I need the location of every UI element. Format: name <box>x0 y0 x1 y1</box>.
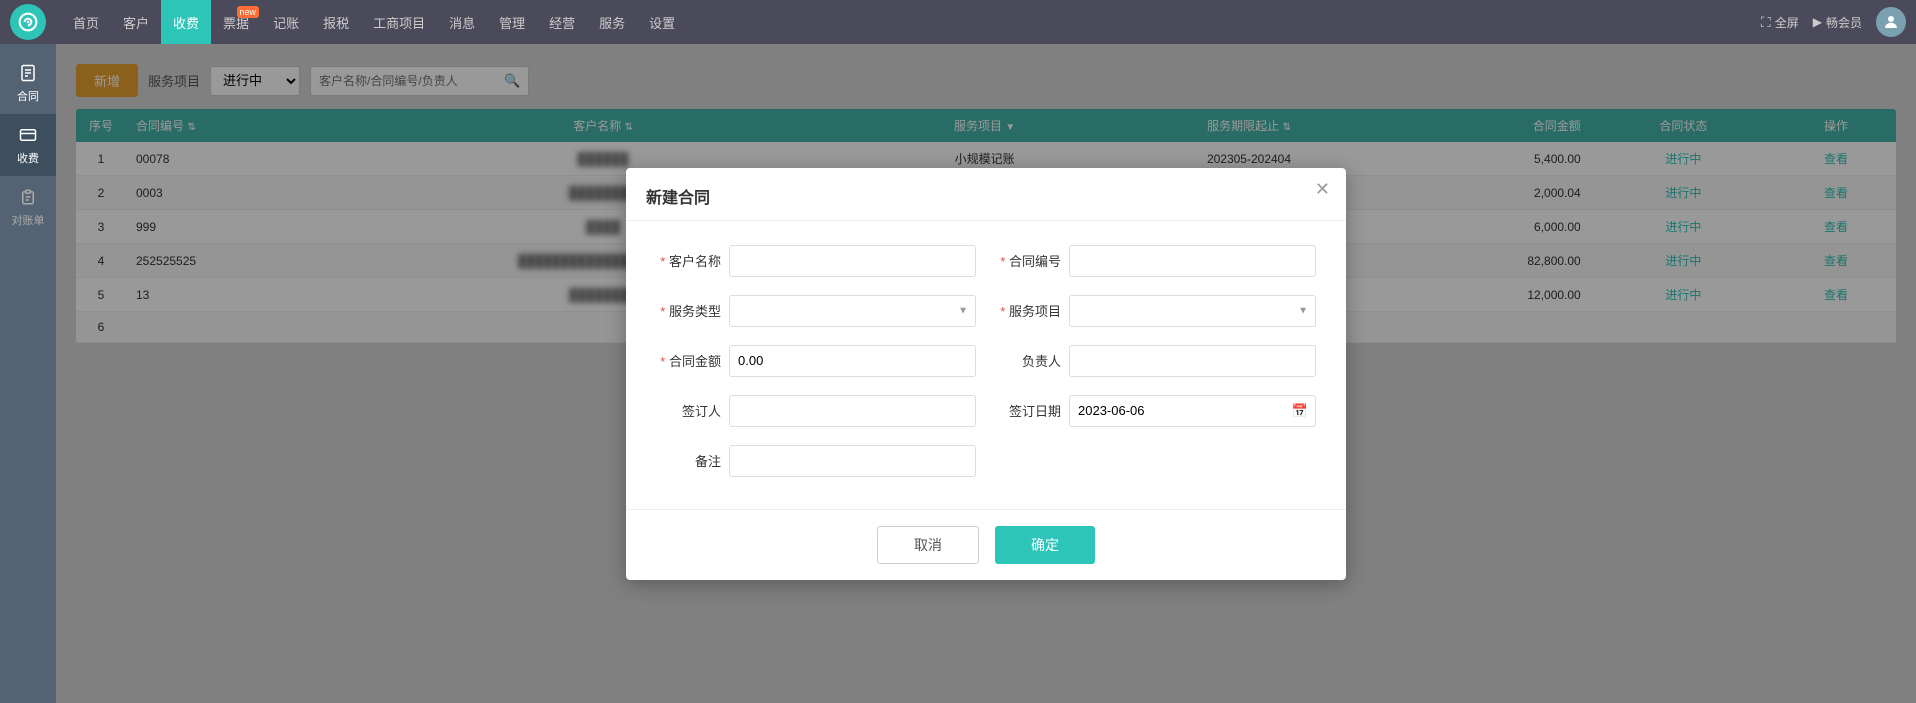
form-row-5: 备注 <box>656 445 1316 477</box>
nav-item-service[interactable]: 服务 <box>587 0 637 44</box>
modal-overlay: 新建合同 ✕ * 客户名称 <box>56 44 1916 703</box>
sidebar-item-fee[interactable]: 收费 <box>0 114 56 176</box>
contract-no-label: * 合同编号 <box>996 251 1061 270</box>
nav-item-ticket[interactable]: 票据 new <box>211 0 261 44</box>
amount-label: * 合同金额 <box>656 351 721 370</box>
note-input[interactable] <box>729 445 976 477</box>
form-row-4: 签订人 签订日期 2023-06-06 📅 <box>656 395 1316 427</box>
new-badge: new <box>237 6 260 18</box>
member-button[interactable]: ▶ 畅会员 <box>1813 14 1862 31</box>
play-icon: ▶ <box>1813 15 1822 29</box>
sidebar-item-contract[interactable]: 合同 <box>0 52 56 114</box>
modal-close-button[interactable]: ✕ <box>1315 180 1330 198</box>
service-type-label: * 服务类型 <box>656 301 721 320</box>
form-group-sign-date: 签订日期 2023-06-06 📅 <box>996 395 1316 427</box>
contract-icon <box>17 62 39 84</box>
calendar-icon[interactable]: 📅 <box>1292 403 1308 419</box>
avatar[interactable] <box>1876 7 1906 37</box>
form-row-3: * 合同金额 0.00 负责人 <box>656 345 1316 377</box>
nav-item-business[interactable]: 工商项目 <box>361 0 437 44</box>
content-area: 新增 服务项目 进行中 已完成 已取消 🔍 序号 合同编号 ⇅ 客户名称 ⇅ <box>56 44 1916 703</box>
nav-item-operation[interactable]: 经营 <box>537 0 587 44</box>
form-group-contract-no: * 合同编号 <box>996 245 1316 277</box>
fee-icon <box>17 124 39 146</box>
responsible-label: 负责人 <box>996 351 1061 370</box>
nav-right: ⛶ 全屏 ▶ 畅会员 <box>1761 7 1906 37</box>
sign-date-input[interactable]: 2023-06-06 <box>1069 395 1316 427</box>
service-type-select[interactable] <box>729 295 976 327</box>
form-row-2: * 服务类型 ▼ * 服务项目 <box>656 295 1316 327</box>
form-group-note: 备注 <box>656 445 976 477</box>
contract-no-input[interactable] <box>1069 245 1316 277</box>
nav-item-settings[interactable]: 设置 <box>637 0 687 44</box>
cancel-button[interactable]: 取消 <box>877 526 979 564</box>
modal-header: 新建合同 ✕ <box>626 168 1346 221</box>
modal-body: * 客户名称 * 合同编号 <box>626 221 1346 509</box>
form-group-service-item: * 服务项目 ▼ <box>996 295 1316 327</box>
nav-item-home[interactable]: 首页 <box>61 0 111 44</box>
logo[interactable] <box>10 4 46 40</box>
signer-input[interactable] <box>729 395 976 427</box>
signer-label: 签订人 <box>656 401 721 420</box>
form-group-customer: * 客户名称 <box>656 245 976 277</box>
statement-icon <box>17 186 39 208</box>
form-row-1: * 客户名称 * 合同编号 <box>656 245 1316 277</box>
form-group-responsible: 负责人 <box>996 345 1316 377</box>
customer-name-input[interactable] <box>729 245 976 277</box>
amount-input[interactable]: 0.00 <box>729 345 976 377</box>
nav-item-fee[interactable]: 收费 <box>161 0 211 44</box>
top-nav: 首页 客户 收费 票据 new 记账 报税 工商项目 消息 管理 经营 服务 设… <box>0 0 1916 44</box>
service-item-select[interactable] <box>1069 295 1316 327</box>
modal-dialog: 新建合同 ✕ * 客户名称 <box>626 168 1346 580</box>
form-group-service-type: * 服务类型 ▼ <box>656 295 976 327</box>
sidebar: 合同 收费 对账单 <box>0 44 56 703</box>
nav-item-message[interactable]: 消息 <box>437 0 487 44</box>
form-group-amount: * 合同金额 0.00 <box>656 345 976 377</box>
responsible-input[interactable] <box>1069 345 1316 377</box>
nav-item-manage[interactable]: 管理 <box>487 0 537 44</box>
nav-item-bookkeeping[interactable]: 记账 <box>261 0 311 44</box>
customer-name-label: * 客户名称 <box>656 251 721 270</box>
confirm-button[interactable]: 确定 <box>995 526 1095 564</box>
fullscreen-button[interactable]: ⛶ 全屏 <box>1761 14 1799 31</box>
form-group-signer: 签订人 <box>656 395 976 427</box>
modal-footer: 取消 确定 <box>626 509 1346 580</box>
sidebar-item-statement[interactable]: 对账单 <box>0 176 56 238</box>
note-label: 备注 <box>656 451 721 470</box>
nav-item-customer[interactable]: 客户 <box>111 0 161 44</box>
nav-item-tax[interactable]: 报税 <box>311 0 361 44</box>
service-item-label: * 服务项目 <box>996 301 1061 320</box>
sign-date-label: 签订日期 <box>996 401 1061 420</box>
fullscreen-icon: ⛶ <box>1761 14 1771 31</box>
